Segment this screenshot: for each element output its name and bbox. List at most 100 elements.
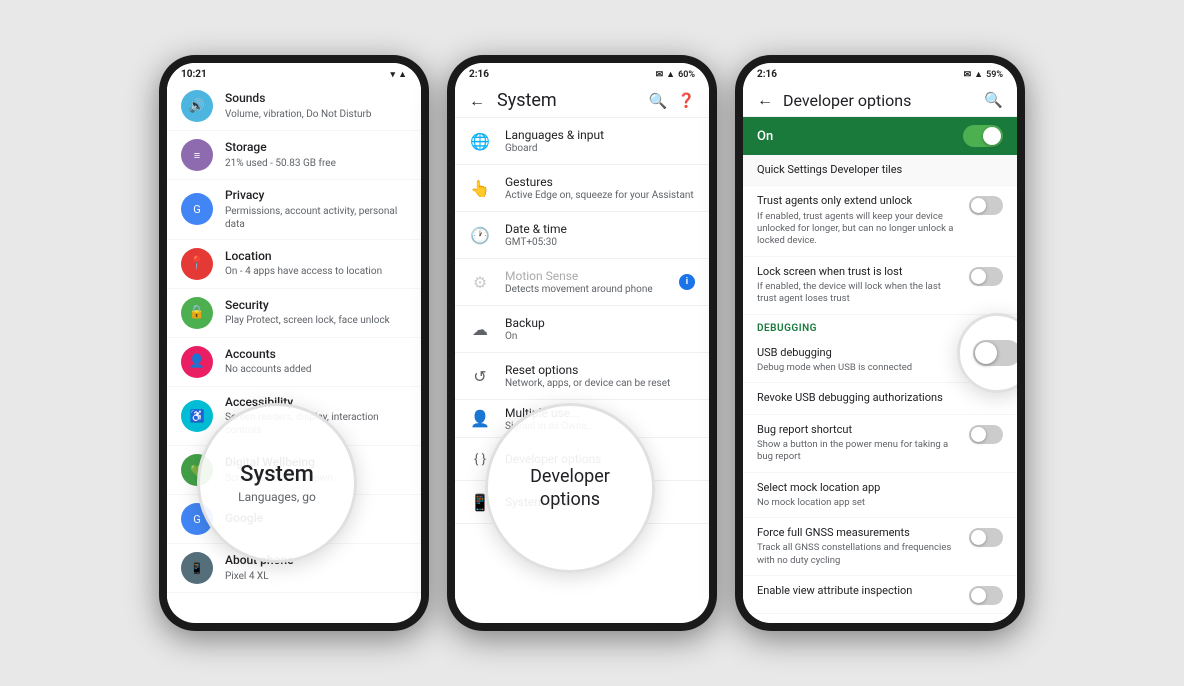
accessibility-icon: ♿ — [181, 400, 213, 432]
circle-system: System Languages, go — [197, 403, 357, 563]
languages-title: Languages & input — [505, 128, 695, 142]
on-toggle[interactable] — [963, 125, 1003, 147]
system-gestures[interactable]: 👆 Gestures Active Edge on, squeeze for y… — [455, 165, 709, 212]
battery-2-icon: 60% — [678, 70, 695, 80]
setting-privacy[interactable]: G Privacy Permissions, account activity,… — [167, 180, 421, 240]
reset-subtitle: Network, apps, or device can be reset — [505, 378, 695, 389]
system-languages[interactable]: 🌐 Languages & input Gboard — [455, 118, 709, 165]
setting-location[interactable]: 📍 Location On - 4 apps have access to lo… — [167, 240, 421, 289]
dev-quick-settings[interactable]: Quick Settings Developer tiles — [743, 155, 1017, 186]
dev-mock-location[interactable]: Select mock location app No mock locatio… — [743, 473, 1017, 519]
wifi-icon: ▾ — [391, 70, 396, 80]
location-title: Location — [225, 249, 407, 265]
phone-2-screen: 2:16 ✉ ▲ 60% ← System 🔍 ❓ 🌐 — [455, 63, 709, 623]
status-icons-2: ✉ ▲ 60% — [656, 69, 695, 80]
storage-title: Storage — [225, 140, 407, 156]
view-attr-toggle[interactable] — [969, 586, 1003, 605]
accounts-subtitle: No accounts added — [225, 363, 407, 376]
help-icon-2[interactable]: ❓ — [678, 93, 695, 109]
accounts-title: Accounts — [225, 347, 407, 363]
bug-report-toggle[interactable] — [969, 425, 1003, 444]
dev-trust-agents[interactable]: Trust agents only extend unlock If enabl… — [743, 186, 1017, 256]
on-label: On — [757, 129, 773, 144]
tips-title: Tips & support — [225, 601, 407, 602]
setting-accounts[interactable]: 👤 Accounts No accounts added — [167, 338, 421, 387]
view-attr-title: Enable view attribute inspection — [757, 584, 961, 598]
circle-dev-text: Developer options — [488, 465, 652, 512]
trust-agents-subtitle: If enabled, trust agents will keep your … — [757, 211, 961, 248]
circle-developer: Developer options — [485, 403, 655, 573]
trust-agents-toggle[interactable] — [969, 196, 1003, 215]
setting-tips[interactable]: ? Tips & support Help articles, phone & … — [167, 593, 421, 602]
users-icon: 👤 — [469, 408, 491, 430]
dev-options-content: Quick Settings Developer tiles Trust age… — [743, 155, 1017, 623]
search-icon-3[interactable]: 🔍 — [984, 91, 1003, 109]
gnss-subtitle: Track all GNSS constellations and freque… — [757, 542, 961, 567]
usb-toggle-large[interactable] — [973, 340, 1017, 366]
privacy-title: Privacy — [225, 188, 407, 204]
privacy-subtitle: Permissions, account activity, personal … — [225, 205, 407, 231]
system-datetime[interactable]: 🕐 Date & time GMT+05:30 — [455, 212, 709, 259]
dev-header: ← Developer options 🔍 — [743, 82, 1017, 117]
phone-3-screen: 2:16 ✉ ▲ 59% ← Developer options 🔍 On — [743, 63, 1017, 623]
phone-2: 2:16 ✉ ▲ 60% ← System 🔍 ❓ 🌐 — [447, 55, 717, 631]
datetime-title: Date & time — [505, 222, 695, 236]
gnss-toggle[interactable] — [969, 528, 1003, 547]
bug-report-title: Bug report shortcut — [757, 423, 961, 437]
security-subtitle: Play Protect, screen lock, face unlock — [225, 314, 407, 327]
bug-report-subtitle: Show a button in the power menu for taki… — [757, 439, 961, 464]
status-bar-3: 2:16 ✉ ▲ 59% — [743, 63, 1017, 82]
signal-3-icon: ▲ — [974, 69, 983, 80]
system-reset[interactable]: ↺ Reset options Network, apps, or device… — [455, 353, 709, 400]
gestures-icon: 👆 — [469, 177, 491, 199]
setting-security[interactable]: 🔒 Security Play Protect, screen lock, fa… — [167, 289, 421, 338]
security-icon: 🔒 — [181, 297, 213, 329]
status-icons-1: ▾ ▲ — [391, 69, 407, 80]
dev-usb-debugging[interactable]: USB debugging Debug mode when USB is con… — [743, 338, 1017, 384]
location-icon: 📍 — [181, 248, 213, 280]
phone-2-frame: 2:16 ✉ ▲ 60% ← System 🔍 ❓ 🌐 — [447, 55, 717, 631]
system-motion-sense[interactable]: ⚙ Motion Sense Detects movement around p… — [455, 259, 709, 306]
back-button-2[interactable]: ← — [469, 91, 485, 111]
info-dot: i — [679, 274, 695, 290]
usb-debugging-title: USB debugging — [757, 346, 961, 360]
gestures-subtitle: Active Edge on, squeeze for your Assista… — [505, 190, 695, 201]
dev-bug-report[interactable]: Bug report shortcut Show a button in the… — [743, 415, 1017, 473]
dev-lock-screen[interactable]: Lock screen when trust is lost If enable… — [743, 257, 1017, 315]
time-2: 2:16 — [469, 69, 489, 80]
time-3: 2:16 — [757, 69, 777, 80]
battery-3-icon: 59% — [986, 70, 1003, 80]
dev-debug-app[interactable]: Select debug app — [743, 614, 1017, 623]
mock-location-title: Select mock location app — [757, 481, 1003, 495]
setting-storage[interactable]: ≡ Storage 21% used - 50.83 GB free — [167, 131, 421, 180]
circle-main-text: System — [240, 461, 314, 490]
sounds-subtitle: Volume, vibration, Do Not Disturb — [225, 108, 407, 121]
usb-debugging-subtitle: Debug mode when USB is connected — [757, 362, 961, 374]
mock-location-subtitle: No mock location app set — [757, 497, 1003, 509]
security-title: Security — [225, 298, 407, 314]
dev-view-attr[interactable]: Enable view attribute inspection — [743, 576, 1017, 614]
reset-icon: ↺ — [469, 365, 491, 387]
back-button-3[interactable]: ← — [757, 90, 773, 110]
dev-revoke-usb[interactable]: Revoke USB debugging authorizations — [743, 383, 1017, 414]
revoke-usb-title: Revoke USB debugging authorizations — [757, 391, 1003, 405]
about-icon: 📱 — [181, 552, 213, 584]
lock-screen-title: Lock screen when trust is lost — [757, 265, 961, 279]
system-title: System — [497, 90, 637, 111]
accounts-icon: 👤 — [181, 346, 213, 378]
trust-agents-title: Trust agents only extend unlock — [757, 194, 961, 208]
dev-gnss[interactable]: Force full GNSS measurements Track all G… — [743, 518, 1017, 576]
reset-title: Reset options — [505, 363, 695, 377]
lock-screen-toggle[interactable] — [969, 267, 1003, 286]
msg-icon: ✉ — [656, 70, 664, 80]
backup-subtitle: On — [505, 331, 695, 342]
gestures-title: Gestures — [505, 175, 695, 189]
motion-subtitle: Detects movement around phone — [505, 284, 665, 295]
languages-icon: 🌐 — [469, 130, 491, 152]
datetime-subtitle: GMT+05:30 — [505, 237, 695, 248]
system-backup[interactable]: ☁ Backup On — [455, 306, 709, 353]
search-icon-2[interactable]: 🔍 — [649, 92, 668, 110]
location-subtitle: On - 4 apps have access to location — [225, 265, 407, 278]
setting-sounds[interactable]: 🔊 Sounds Volume, vibration, Do Not Distu… — [167, 82, 421, 131]
phone-3-frame: 2:16 ✉ ▲ 59% ← Developer options 🔍 On — [735, 55, 1025, 631]
